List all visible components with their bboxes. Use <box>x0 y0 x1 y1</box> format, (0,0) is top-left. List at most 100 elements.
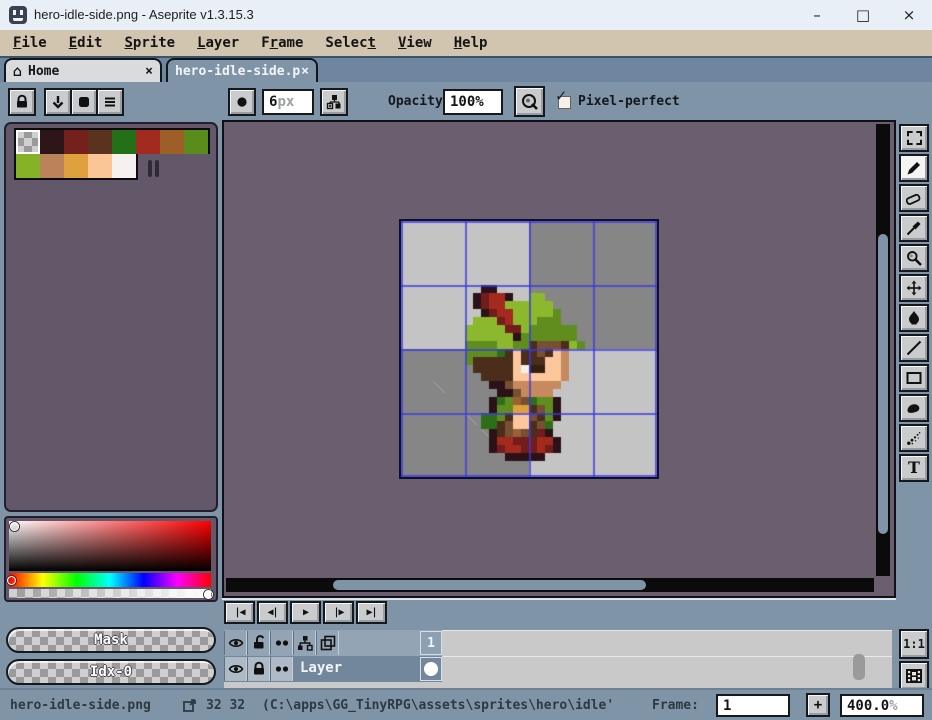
palette-swatch[interactable] <box>88 154 112 178</box>
drop-pixels-button[interactable] <box>44 88 72 116</box>
palette-swatch[interactable] <box>160 130 184 154</box>
tab-close-icon[interactable]: × <box>301 64 309 79</box>
palette-swatch[interactable] <box>40 130 64 154</box>
lock-open-toggle[interactable] <box>247 631 270 655</box>
tab-home[interactable]: ⌂ Home × <box>4 58 162 82</box>
play-button[interactable]: ▶ <box>290 601 321 624</box>
first-frame-button[interactable]: |◀ <box>224 601 255 624</box>
eraser-tool-button[interactable] <box>899 184 929 212</box>
lock-button[interactable] <box>8 88 36 116</box>
lock-closed-toggle[interactable] <box>247 657 270 681</box>
menu-sprite[interactable]: Sprite <box>113 35 186 51</box>
menu-edit[interactable]: Edit <box>58 35 114 51</box>
pencil-tool-button[interactable] <box>899 154 929 182</box>
palette-swatch[interactable] <box>112 130 136 154</box>
eye-toggle[interactable] <box>224 657 247 681</box>
menu-layer[interactable]: Layer <box>186 35 250 51</box>
brush-size-input[interactable]: 6 px <box>262 89 314 115</box>
add-frame-label: + <box>813 697 823 713</box>
spray-tool-button[interactable] <box>899 424 929 452</box>
hue-marker[interactable] <box>7 576 16 585</box>
prev-frame-button[interactable]: ◀| <box>257 601 288 624</box>
eye-icon <box>228 635 244 651</box>
timeline-layer-row[interactable]: Layer <box>224 656 892 682</box>
dynamics-button[interactable] <box>320 88 348 116</box>
opacity-input[interactable]: 100% <box>443 89 503 115</box>
menu-view[interactable]: View <box>387 35 443 51</box>
alpha-marker[interactable] <box>204 590 213 599</box>
palette-swatch[interactable] <box>16 130 40 154</box>
duplicate-toggle[interactable] <box>316 631 339 655</box>
flow-icon <box>297 635 313 651</box>
close-button[interactable]: × <box>886 0 932 30</box>
onion-skin-toggle[interactable] <box>270 631 293 655</box>
duplicate-icon <box>320 635 336 651</box>
layer-name[interactable]: Layer <box>300 660 342 676</box>
palette-swatch[interactable] <box>184 130 208 154</box>
menu-select[interactable]: Select <box>314 35 387 51</box>
line-tool-button[interactable] <box>899 334 929 362</box>
palette-swatch[interactable] <box>64 154 88 178</box>
timeline: 1 Layer <box>224 630 892 682</box>
pixel-perfect-label: Pixel-perfect <box>578 94 680 109</box>
canvas-hscrollbar <box>226 578 874 592</box>
alpha-slider[interactable] <box>9 589 213 599</box>
minimize-button[interactable]: – <box>794 0 840 30</box>
tab-sprite[interactable]: hero-idle-side.p × <box>166 58 318 82</box>
sprite-canvas[interactable] <box>401 221 657 477</box>
mask-color-button[interactable]: Mask <box>6 627 216 653</box>
timeline-toggle-button[interactable] <box>899 661 929 691</box>
hue-slider[interactable] <box>7 573 211 587</box>
palette-swatch[interactable] <box>64 130 88 154</box>
line-icon <box>906 340 922 356</box>
cel-cell[interactable] <box>420 657 442 681</box>
rectangle-tool-button[interactable] <box>899 364 929 392</box>
selection-mode-button[interactable] <box>70 88 98 116</box>
palette-swatch[interactable] <box>88 130 112 154</box>
status-filename: hero-idle-side.png <box>10 698 151 713</box>
timeline-vscrollbar-thumb[interactable] <box>853 654 865 680</box>
eye-toggle[interactable] <box>224 631 247 655</box>
menu-frame[interactable]: Frame <box>250 35 314 51</box>
canvas-vscrollbar-thumb[interactable] <box>878 234 888 534</box>
menu-bar: File Edit Sprite Layer Frame Select View Help <box>0 30 932 56</box>
status-dimensions: 32 32 <box>206 698 246 713</box>
tab-close-icon[interactable]: × <box>145 64 153 79</box>
zoom-input[interactable]: 400.0% <box>840 694 924 717</box>
arrow-down-icon <box>50 94 66 110</box>
ink-type-button[interactable] <box>514 86 545 117</box>
zoom-tool-button[interactable] <box>899 244 929 272</box>
opacity-label: Opacity: <box>388 94 451 109</box>
brush-type-button[interactable] <box>228 88 256 116</box>
sv-marker[interactable] <box>10 522 19 531</box>
zoom-1-1-button[interactable]: 1:1 <box>899 629 929 659</box>
frame-input[interactable]: 1 <box>716 694 790 717</box>
last-frame-button[interactable]: ▶| <box>356 601 387 624</box>
color-palette <box>14 128 210 180</box>
add-frame-button[interactable]: + <box>806 693 830 717</box>
dimensions-icon <box>182 697 198 713</box>
marquee-icon <box>906 131 922 145</box>
rectangular-marquee-tool-button[interactable] <box>899 124 929 152</box>
canvas-hscrollbar-thumb[interactable] <box>333 580 646 590</box>
onion-skin-toggle[interactable] <box>270 657 293 681</box>
options-menu-button[interactable] <box>96 88 124 116</box>
next-frame-button[interactable]: |▶ <box>323 601 354 624</box>
saturation-value-gradient[interactable] <box>9 521 211 571</box>
home-icon: ⌂ <box>13 61 23 80</box>
move-tool-button[interactable] <box>899 274 929 302</box>
menu-file[interactable]: File <box>2 35 58 51</box>
contour-tool-button[interactable] <box>899 394 929 422</box>
paint-bucket-tool-button[interactable] <box>899 304 929 332</box>
eyedropper-tool-button[interactable] <box>899 214 929 242</box>
index-color-button[interactable]: Idx-0 <box>6 659 216 685</box>
menu-help[interactable]: Help <box>443 35 499 51</box>
palette-swatch[interactable] <box>136 130 160 154</box>
palette-swatch[interactable] <box>40 154 64 178</box>
palette-swatch[interactable] <box>16 154 40 178</box>
palette-swatch[interactable] <box>112 154 136 178</box>
flow-toggle[interactable] <box>293 631 316 655</box>
frame-number-cell[interactable]: 1 <box>420 631 442 655</box>
text-tool-button[interactable]: T <box>899 454 929 482</box>
maximize-button[interactable]: □ <box>840 0 886 30</box>
